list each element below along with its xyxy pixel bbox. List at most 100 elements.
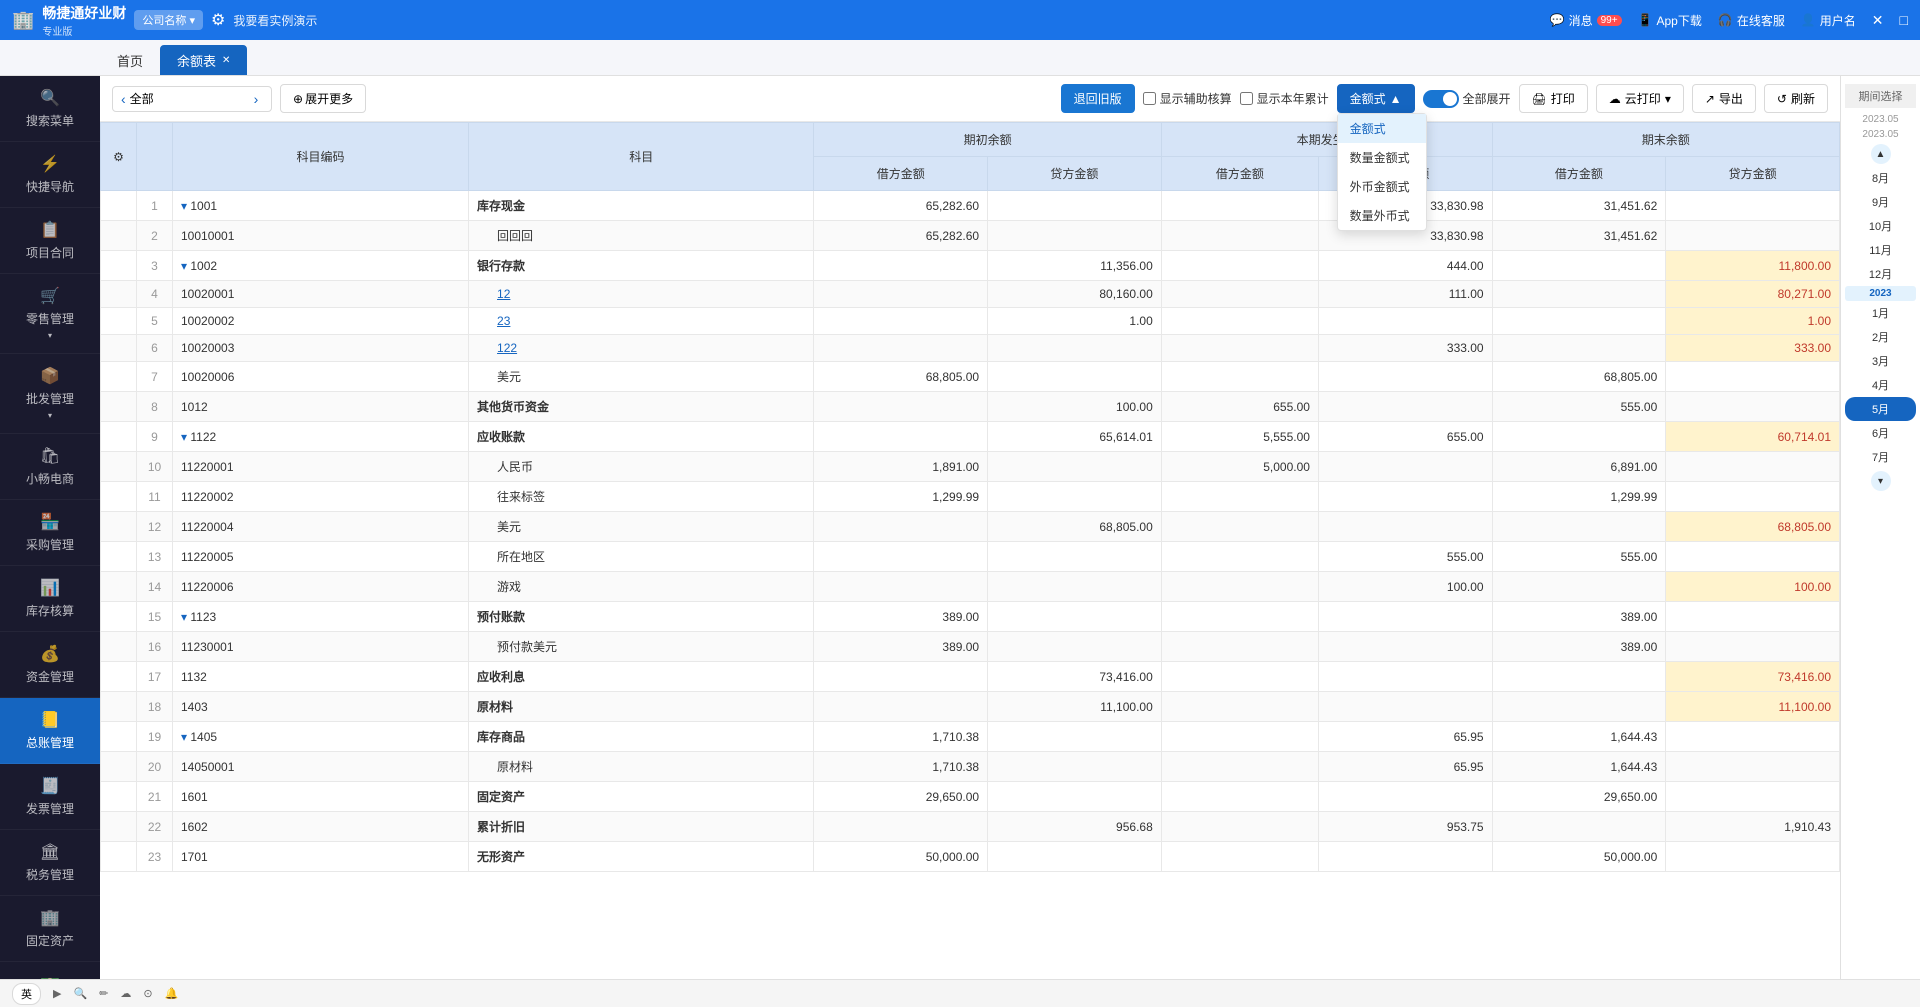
- sidebar-item-invoice[interactable]: 🧾 发票管理: [0, 764, 100, 830]
- period-apr[interactable]: 4月: [1845, 373, 1916, 397]
- period-jul[interactable]: 7月: [1845, 445, 1916, 469]
- cell-name[interactable]: 23: [469, 308, 814, 335]
- cell-name[interactable]: 美元: [469, 512, 814, 542]
- message-btn[interactable]: 💬 消息 99+: [1550, 12, 1622, 29]
- status-lang-btn[interactable]: 英: [12, 983, 41, 1005]
- table-row[interactable]: 1311220005所在地区555.00555.00: [101, 542, 1840, 572]
- app-download-btn[interactable]: 📱 App下载: [1638, 12, 1702, 29]
- table-row[interactable]: 3▾ 1002银行存款11,356.00444.0011,800.00: [101, 251, 1840, 281]
- cell-name[interactable]: 人民币: [469, 452, 814, 482]
- th-settings[interactable]: ⚙: [101, 123, 137, 191]
- sidebar-item-shortcut[interactable]: ⚡ 快捷导航: [0, 142, 100, 208]
- window-minimize-btn[interactable]: □: [1900, 12, 1908, 28]
- expand-all-toggle[interactable]: [1423, 90, 1459, 108]
- format-btn[interactable]: 金额式 ▲: [1337, 84, 1415, 113]
- period-down-btn[interactable]: ▾: [1871, 471, 1891, 491]
- tab-balance[interactable]: 余额表 ✕: [160, 45, 247, 75]
- table-row[interactable]: 19▾ 1405库存商品1,710.3865.951,644.43: [101, 722, 1840, 752]
- collapse-icon[interactable]: ▾: [181, 430, 187, 444]
- collapse-icon[interactable]: ▾: [181, 199, 187, 213]
- return-old-btn[interactable]: 退回旧版: [1061, 84, 1135, 113]
- period-may-current[interactable]: 5月: [1845, 397, 1916, 421]
- online-service-btn[interactable]: 🎧 在线客服: [1718, 12, 1785, 29]
- collapse-icon[interactable]: ▾: [181, 259, 187, 273]
- cell-name[interactable]: 应收账款: [469, 422, 814, 452]
- refresh-btn[interactable]: ↺ 刷新: [1764, 84, 1828, 113]
- format-option-qty-amount[interactable]: 数量金额式: [1338, 143, 1426, 172]
- search-input[interactable]: [130, 92, 250, 106]
- expand-more-btn[interactable]: ⊕ 展开更多: [280, 84, 366, 113]
- user-area[interactable]: 👤 用户名: [1801, 12, 1856, 29]
- table-row[interactable]: 210010001回回回65,282.6033,830.9831,451.62: [101, 221, 1840, 251]
- collapse-icon[interactable]: ▾: [181, 730, 187, 744]
- cell-name[interactable]: 应收利息: [469, 662, 814, 692]
- period-aug[interactable]: 8月: [1845, 166, 1916, 190]
- show-aux-check[interactable]: 显示辅助核算: [1143, 90, 1232, 107]
- period-mar[interactable]: 3月: [1845, 349, 1916, 373]
- table-row[interactable]: 4100200011280,160.00111.0080,271.00: [101, 281, 1840, 308]
- period-jun[interactable]: 6月: [1845, 421, 1916, 445]
- status-circle-icon[interactable]: ⊙: [143, 987, 152, 1000]
- sidebar-item-salary[interactable]: 💵 工资: [0, 962, 100, 979]
- cell-name[interactable]: 其他货币资金: [469, 392, 814, 422]
- period-oct[interactable]: 10月: [1845, 214, 1916, 238]
- table-row[interactable]: 1011220001人民币1,891.005,000.006,891.00: [101, 452, 1840, 482]
- table-row[interactable]: 510020002231.001.00: [101, 308, 1840, 335]
- sidebar-item-retail[interactable]: 🛒 零售管理 ▾: [0, 274, 100, 354]
- sidebar-item-tax[interactable]: 🏛 税务管理: [0, 830, 100, 896]
- table-row[interactable]: 9▾ 1122应收账款65,614.015,555.00655.0060,714…: [101, 422, 1840, 452]
- search-next-icon[interactable]: ›: [254, 91, 259, 107]
- cell-name[interactable]: 预付账款: [469, 602, 814, 632]
- sidebar-item-purchase[interactable]: 🏪 采购管理: [0, 500, 100, 566]
- table-row[interactable]: 1211220004美元68,805.0068,805.00: [101, 512, 1840, 542]
- sidebar-item-inventory[interactable]: 📊 库存核算: [0, 566, 100, 632]
- show-ytd-check[interactable]: 显示本年累计: [1240, 90, 1329, 107]
- period-nov[interactable]: 11月: [1845, 238, 1916, 262]
- cell-name[interactable]: 银行存款: [469, 251, 814, 281]
- sidebar-item-ecommerce[interactable]: 🛍 小畅电商: [0, 434, 100, 500]
- cell-name[interactable]: 往来标签: [469, 482, 814, 512]
- export-btn[interactable]: ↗ 导出: [1692, 84, 1756, 113]
- period-dec[interactable]: 12月: [1845, 262, 1916, 286]
- period-up-btn[interactable]: ▲: [1871, 144, 1891, 164]
- settings-icon[interactable]: ⚙: [211, 10, 225, 30]
- table-row[interactable]: 1411220006游戏100.00100.00: [101, 572, 1840, 602]
- table-row[interactable]: 1111220002往来标签1,299.991,299.99: [101, 482, 1840, 512]
- cell-name[interactable]: 库存商品: [469, 722, 814, 752]
- account-link[interactable]: 122: [477, 341, 517, 355]
- sidebar-item-project[interactable]: 📋 项目合同: [0, 208, 100, 274]
- format-option-qty-foreign[interactable]: 数量外币式: [1338, 201, 1426, 230]
- table-row[interactable]: 710020006美元68,805.0068,805.00: [101, 362, 1840, 392]
- status-cloud-icon[interactable]: ☁: [120, 987, 131, 1000]
- format-option-amount[interactable]: 金额式: [1338, 114, 1426, 143]
- table-row[interactable]: 211601固定资产29,650.0029,650.00: [101, 782, 1840, 812]
- table-row[interactable]: 221602累计折旧956.68953.751,910.43: [101, 812, 1840, 842]
- tab-home[interactable]: 首页: [100, 45, 160, 75]
- collapse-icon[interactable]: ▾: [181, 610, 187, 624]
- sidebar-item-wholesale[interactable]: 📦 批发管理 ▾: [0, 354, 100, 434]
- table-row[interactable]: 15▾ 1123预付账款389.00389.00: [101, 602, 1840, 632]
- table-row[interactable]: 2014050001原材料1,710.3865.951,644.43: [101, 752, 1840, 782]
- cell-name[interactable]: 无形资产: [469, 842, 814, 872]
- aux-checkbox[interactable]: [1143, 92, 1156, 105]
- sidebar-item-finance[interactable]: 💰 资金管理: [0, 632, 100, 698]
- table-row[interactable]: 231701无形资产50,000.0050,000.00: [101, 842, 1840, 872]
- cell-name[interactable]: 原材料: [469, 692, 814, 722]
- cell-name[interactable]: 预付款美元: [469, 632, 814, 662]
- print-btn[interactable]: 🖨 打印: [1519, 84, 1588, 113]
- table-row[interactable]: 171132应收利息73,416.0073,416.00: [101, 662, 1840, 692]
- table-row[interactable]: 81012其他货币资金100.00655.00555.00: [101, 392, 1840, 422]
- cell-name[interactable]: 固定资产: [469, 782, 814, 812]
- table-row[interactable]: 610020003122333.00333.00: [101, 335, 1840, 362]
- format-option-foreign[interactable]: 外币金额式: [1338, 172, 1426, 201]
- cell-name[interactable]: 美元: [469, 362, 814, 392]
- sidebar-item-search[interactable]: 🔍 搜索菜单: [0, 76, 100, 142]
- status-search-icon[interactable]: 🔍: [73, 987, 87, 1000]
- table-row[interactable]: 181403原材料11,100.0011,100.00: [101, 692, 1840, 722]
- status-bell-icon[interactable]: 🔔: [165, 987, 179, 1000]
- sidebar-item-assets[interactable]: 🏢 固定资产: [0, 896, 100, 962]
- cell-name[interactable]: 游戏: [469, 572, 814, 602]
- cell-name[interactable]: 原材料: [469, 752, 814, 782]
- period-sep[interactable]: 9月: [1845, 190, 1916, 214]
- period-feb[interactable]: 2月: [1845, 325, 1916, 349]
